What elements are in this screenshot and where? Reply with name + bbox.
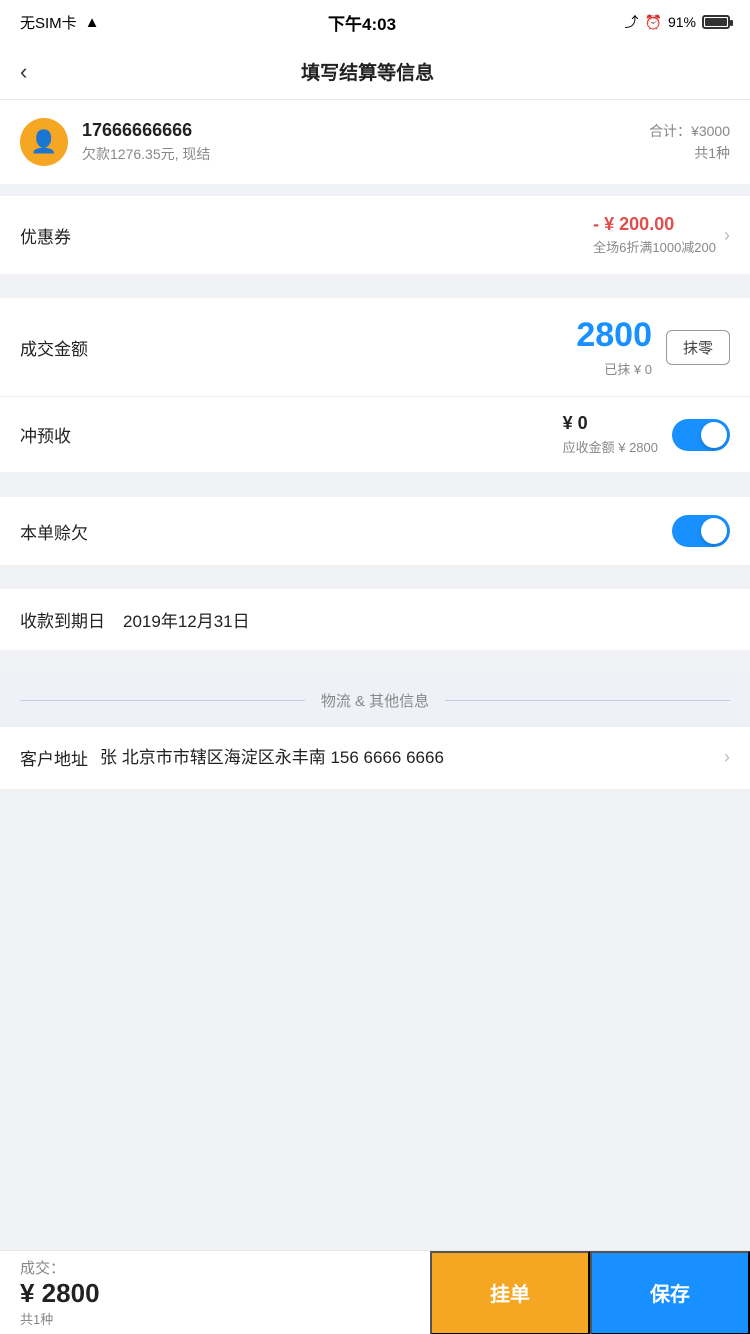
prepay-toggle[interactable] bbox=[672, 419, 730, 451]
total-label: 合计：¥3000 bbox=[649, 121, 730, 141]
transaction-section: 成交金额 2800 已抹 ¥ 0 抹零 冲预收 ¥ 0 应收金额 ¥ 2800 bbox=[0, 298, 750, 473]
prepay-amount: ¥ 0 bbox=[563, 413, 658, 434]
coupon-label: 优惠券 bbox=[20, 223, 71, 248]
due-date-row: 收款到期日 2019年12月31日 bbox=[0, 589, 750, 650]
prepay-amount-sub: 应收金额 ¥ 2800 bbox=[563, 437, 658, 456]
coupon-right: - ¥ 200.00 全场6折满1000减200 › bbox=[593, 214, 730, 256]
alarm-icon: ⏰ bbox=[645, 14, 662, 31]
prepay-label: 冲预收 bbox=[20, 422, 71, 447]
toggle-knob bbox=[701, 422, 727, 448]
section-divider-3 bbox=[0, 577, 750, 589]
deferred-row: 本单赊欠 bbox=[0, 497, 750, 565]
coupon-row[interactable]: 优惠券 - ¥ 200.00 全场6折满1000减200 › bbox=[0, 196, 750, 274]
transaction-label: 成交金额 bbox=[20, 335, 88, 360]
carrier-text: 无SIM卡 bbox=[20, 12, 77, 33]
customer-right: 合计：¥3000 共1种 bbox=[649, 121, 730, 163]
status-left: 无SIM卡 ▲ bbox=[20, 12, 100, 33]
location-icon: ⤴ bbox=[625, 12, 639, 32]
status-right: ⤴ ⏰ 91% bbox=[625, 12, 730, 32]
bottom-count: 共1种 bbox=[20, 1309, 410, 1328]
logistics-header: 物流 & 其他信息 bbox=[0, 674, 750, 727]
total-count: 共1种 bbox=[649, 143, 730, 163]
round-button[interactable]: 抹零 bbox=[666, 330, 730, 365]
header-line-right bbox=[445, 700, 730, 701]
bottom-summary: 成交： ¥ 2800 共1种 bbox=[0, 1247, 430, 1334]
deferred-toggle[interactable] bbox=[672, 515, 730, 547]
customer-card: 👤 17666666666 欠款1276.35元, 现结 合计：¥3000 共1… bbox=[0, 100, 750, 184]
deferred-label: 本单赊欠 bbox=[20, 519, 88, 544]
transaction-amount-sub: 已抹 ¥ 0 bbox=[576, 359, 652, 378]
nav-bar: ‹ 填写结算等信息 bbox=[0, 44, 750, 100]
back-button[interactable]: ‹ bbox=[20, 51, 39, 93]
time-display: 下午4:03 bbox=[328, 10, 396, 35]
avatar: 👤 bbox=[20, 118, 68, 166]
transaction-right: 2800 已抹 ¥ 0 抹零 bbox=[576, 316, 730, 378]
customer-sub: 欠款1276.35元, 现结 bbox=[82, 144, 210, 164]
battery-percent: 91% bbox=[668, 14, 696, 30]
wifi-icon: ▲ bbox=[85, 14, 100, 31]
status-bar: 无SIM卡 ▲ 下午4:03 ⤴ ⏰ 91% bbox=[0, 0, 750, 44]
customer-info: 17666666666 欠款1276.35元, 现结 bbox=[82, 120, 210, 164]
due-date-value: 2019年12月31日 bbox=[123, 607, 250, 632]
address-row[interactable]: 客户地址 张 北京市市辖区海淀区永丰南 156 6666 6666 › bbox=[0, 727, 750, 789]
bottom-bar: 成交： ¥ 2800 共1种 挂单 保存 bbox=[0, 1250, 750, 1334]
section-divider-2 bbox=[0, 485, 750, 497]
transaction-row: 成交金额 2800 已抹 ¥ 0 抹零 bbox=[0, 298, 750, 397]
section-divider-4 bbox=[0, 662, 750, 674]
customer-phone: 17666666666 bbox=[82, 120, 210, 141]
coupon-amount: - ¥ 200.00 bbox=[593, 214, 716, 235]
header-line-left bbox=[20, 700, 305, 701]
save-button[interactable]: 保存 bbox=[590, 1251, 750, 1334]
address-label: 客户地址 bbox=[20, 745, 88, 770]
bottom-amount: ¥ 2800 bbox=[20, 1278, 410, 1309]
logistics-header-text: 物流 & 其他信息 bbox=[321, 690, 429, 711]
battery-icon bbox=[702, 15, 730, 29]
prepay-right: ¥ 0 应收金额 ¥ 2800 bbox=[563, 413, 730, 456]
address-chevron-icon: › bbox=[724, 747, 730, 768]
prepay-amount-block: ¥ 0 应收金额 ¥ 2800 bbox=[563, 413, 658, 456]
page-title: 填写结算等信息 bbox=[39, 58, 696, 85]
coupon-description: 全场6折满1000减200 bbox=[593, 237, 716, 256]
coupon-chevron-icon: › bbox=[724, 225, 730, 246]
customer-left: 👤 17666666666 欠款1276.35元, 现结 bbox=[20, 118, 210, 166]
main-content: 👤 17666666666 欠款1276.35元, 现结 合计：¥3000 共1… bbox=[0, 100, 750, 953]
transaction-amount-value: 2800 bbox=[576, 316, 652, 355]
gray-fill-area bbox=[0, 789, 750, 869]
prepay-row: 冲预收 ¥ 0 应收金额 ¥ 2800 bbox=[0, 397, 750, 473]
due-date-label: 收款到期日 bbox=[20, 607, 105, 632]
bottom-transaction-label: 成交： bbox=[20, 1257, 410, 1278]
section-divider-1 bbox=[0, 286, 750, 298]
address-value: 张 北京市市辖区海淀区永丰南 156 6666 6666 bbox=[100, 745, 712, 771]
deferred-toggle-knob bbox=[701, 518, 727, 544]
hang-button[interactable]: 挂单 bbox=[430, 1251, 590, 1334]
transaction-amount-block: 2800 已抹 ¥ 0 bbox=[576, 316, 652, 378]
